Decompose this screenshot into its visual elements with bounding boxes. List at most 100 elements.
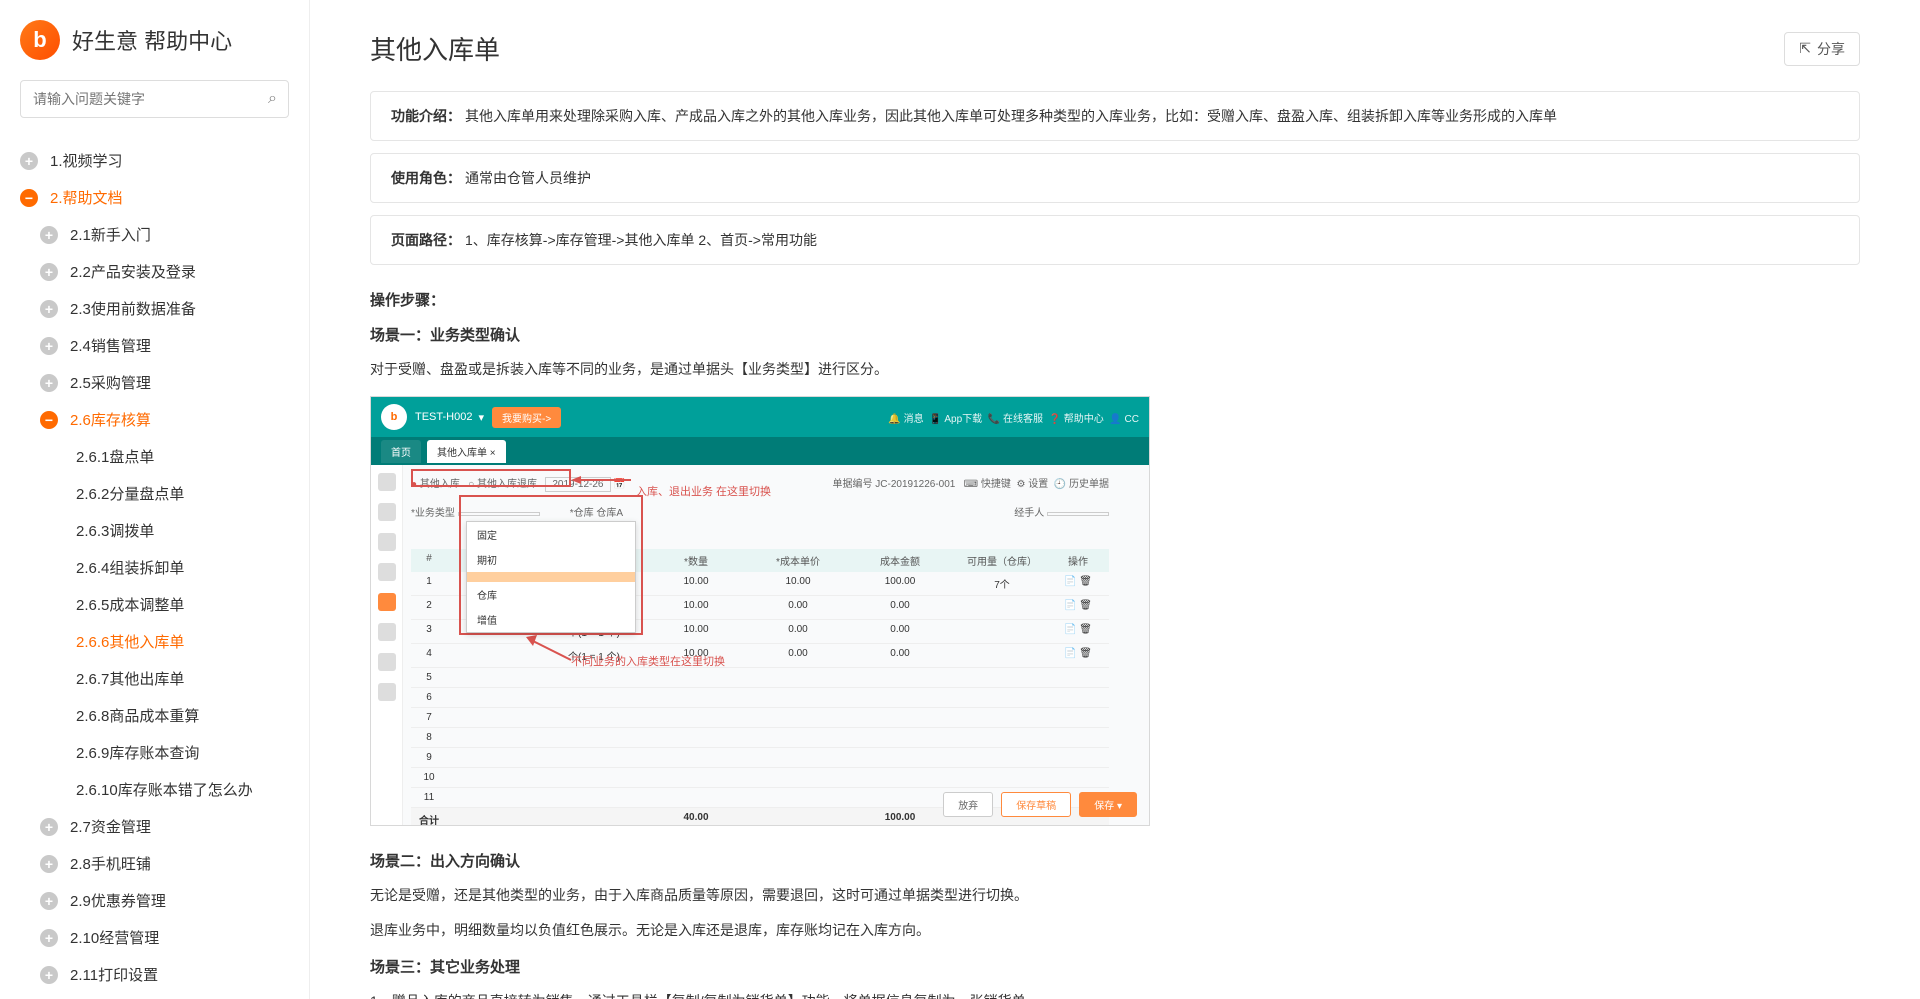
nav-other-outbound[interactable]: 2.6.7其他出库单 [20,660,309,697]
nav-other-inbound[interactable]: 2.6.6其他入库单 [20,623,309,660]
plus-icon: + [40,929,58,947]
sp-nav-icon [378,473,396,491]
minus-icon: − [40,411,58,429]
plus-icon: + [40,337,58,355]
scene2-text1: 无论是受赠，还是其他类型的业务，由于入库商品质量等原因，需要退回，这时可通过单据… [370,883,1860,908]
plus-icon: + [40,226,58,244]
sp-tenant: TEST-H002 [415,411,472,423]
sp-cancel-button: 放弃 [943,792,993,817]
minus-icon: − [20,189,38,207]
sp-dd-item: 固定 [467,522,635,547]
sp-date: 2019-12-26 [545,477,610,492]
sp-nav-icon [378,653,396,671]
sp-save-button: 保存 ▾ [1079,792,1137,817]
role-label: 使用角色： [391,170,461,186]
role-box: 使用角色：通常由仓管人员维护 [370,153,1860,203]
sp-table-row: 6 [411,688,1109,708]
sp-radio-in: 其他入库 [420,479,460,490]
nav-mobile-shop[interactable]: +2.8手机旺铺 [20,845,309,882]
nav-stocktake[interactable]: 2.6.1盘点单 [20,438,309,475]
share-button[interactable]: ⇱ 分享 [1784,32,1860,66]
scene3-title: 场景三：其它业务处理 [370,956,1860,977]
sp-wh-value: 仓库A [596,508,623,519]
sp-topbar: b TEST-H002 ▾ 我要购买-> 🔔 消息 📱 App下载 📞 在线客服… [371,397,1149,437]
main-content: 其他入库单 ⇱ 分享 功能介绍：其他入库单用来处理除采购入库、产成品入库之外的其… [310,0,1920,999]
sp-docno-label: 单据编号 [833,479,873,490]
nav-personalization[interactable]: +2.12系统个性化设置 [20,993,309,999]
sp-table-row: 9 [411,748,1109,768]
sp-nav-icon [378,503,396,521]
nav-help-doc[interactable]: −2.帮助文档 [20,179,309,216]
nav-cost-recalc[interactable]: 2.6.8商品成本重算 [20,697,309,734]
scene2-title: 场景二：出入方向确认 [370,850,1860,871]
plus-icon: + [40,818,58,836]
sp-annotation-1: 入库、退出业务 在这里切换 [636,483,771,499]
nav-video-learning[interactable]: +1.视频学习 [20,142,309,179]
sp-tab-doc: 其他入库单 × [427,440,506,463]
sp-toolbar-cfg: 设置 [1028,479,1048,490]
nav-data-prep[interactable]: +2.3使用前数据准备 [20,290,309,327]
role-text: 通常由仓管人员维护 [465,170,591,186]
nav-coupon[interactable]: +2.9优惠券管理 [20,882,309,919]
plus-icon: + [40,966,58,984]
title-row: 其他入库单 ⇱ 分享 [370,30,1860,67]
nav-stock-error[interactable]: 2.6.10库存账本错了怎么办 [20,771,309,808]
brand-text: 好生意 帮助中心 [72,24,232,56]
sp-tabs: 首页 其他入库单 × [371,437,1149,465]
logo-icon: b [20,20,60,60]
sp-buy-button: 我要购买-> [492,407,561,428]
sp-nav-icon-active [378,593,396,611]
sp-toolbar-quick: 快捷键 [981,479,1011,490]
sp-table-row: 7 [411,708,1109,728]
sp-footer: 放弃 保存草稿 保存 ▾ [943,792,1137,817]
share-icon: ⇱ [1799,40,1811,57]
sp-handler-label: 经手人 [1014,508,1044,519]
steps-label: 操作步骤： [370,289,1860,310]
sp-dd-item-highlight [467,572,635,582]
sp-table-row: 10 [411,768,1109,788]
nav-inventory[interactable]: −2.6库存核算 [20,401,309,438]
sp-nav-icon [378,563,396,581]
nav-transfer[interactable]: 2.6.3调拨单 [20,512,309,549]
sp-logo-icon: b [381,404,407,430]
sp-dd-item: 增值 [467,607,635,632]
share-label: 分享 [1817,39,1845,59]
nav-operation[interactable]: +2.10经营管理 [20,919,309,956]
path-text: 1、库存核算->库存管理->其他入库单 2、首页->常用功能 [465,232,817,248]
sp-tab-home: 首页 [381,440,421,463]
nav-install-login[interactable]: +2.2产品安装及登录 [20,253,309,290]
plus-icon: + [40,300,58,318]
nav-funds[interactable]: +2.7资金管理 [20,808,309,845]
plus-icon: + [40,855,58,873]
sp-nav-icon [378,623,396,641]
nav-cost-adjust[interactable]: 2.6.5成本调整单 [20,586,309,623]
plus-icon: + [40,892,58,910]
scene1-title: 场景一：业务类型确认 [370,324,1860,345]
sp-radio-return: 其他入库退库 [477,479,537,490]
nav-assembly[interactable]: 2.6.4组装拆卸单 [20,549,309,586]
path-label: 页面路径： [391,232,461,248]
nav-print[interactable]: +2.11打印设置 [20,956,309,993]
nav-beginner[interactable]: +2.1新手入门 [20,216,309,253]
intro-box: 功能介绍：其他入库单用来处理除采购入库、产成品入库之外的其他入库业务，因此其他入… [370,91,1860,141]
plus-icon: + [20,152,38,170]
search-icon[interactable]: ⌕ [268,90,277,108]
sp-dd-item: 期初 [467,547,635,572]
sp-table-row: 8 [411,728,1109,748]
nav-partial-stocktake[interactable]: 2.6.2分量盘点单 [20,475,309,512]
nav-sales[interactable]: +2.4销售管理 [20,327,309,364]
sp-draft-button: 保存草稿 [1001,792,1071,817]
sp-nav-icon [378,683,396,701]
scene3-text: 1、赠品入库的商品直接转为销售。通过工具栏【复制/复制为销货单】功能，将单据信息… [370,989,1860,999]
sp-dd-item: 仓库 [467,582,635,607]
sp-body: ● 其他入库 ○ 其他入库退库 2019-12-26 📅 单据编号 JC-201… [371,465,1149,826]
nav-stock-ledger[interactable]: 2.6.9库存账本查询 [20,734,309,771]
sidebar: b 好生意 帮助中心 ⌕ +1.视频学习 −2.帮助文档 +2.1新手入门 +2… [0,0,310,999]
path-box: 页面路径：1、库存核算->库存管理->其他入库单 2、首页->常用功能 [370,215,1860,265]
scene2-text2: 退库业务中，明细数量均以负值红色展示。无论是入库还是退库，库存账均记在入库方向。 [370,918,1860,943]
search-input[interactable] [20,80,289,118]
scene1-text: 对于受赠、盘盈或是拆装入库等不同的业务，是通过单据头【业务类型】进行区分。 [370,357,1860,382]
sp-annotation-2: 不同业务的入库类型在这里切换 [571,653,725,669]
sp-docno: JC-20191226-001 [875,479,955,490]
nav-purchase[interactable]: +2.5采购管理 [20,364,309,401]
